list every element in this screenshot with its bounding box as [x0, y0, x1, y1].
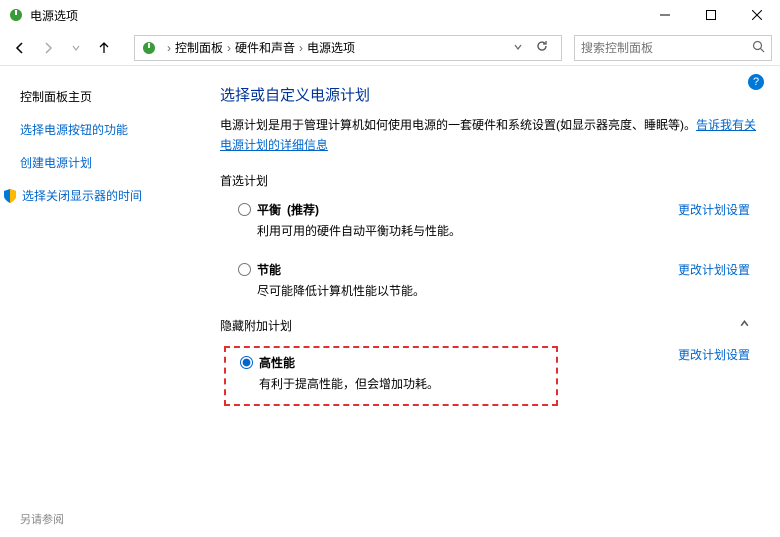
plan-saver-desc: 尽可能降低计算机性能以节能。	[257, 282, 678, 299]
highlight-box: 高性能 有利于提高性能，但会增加功耗。	[224, 346, 558, 406]
breadcrumb-leaf[interactable]: 电源选项	[307, 39, 355, 56]
hidden-plans-label: 隐藏附加计划	[220, 317, 292, 334]
window-controls	[642, 0, 780, 30]
breadcrumb-root[interactable]: 控制面板	[175, 39, 223, 56]
change-plan-saver[interactable]: 更改计划设置	[678, 261, 760, 299]
plan-high-desc: 有利于提高性能，但会增加功耗。	[259, 375, 556, 392]
search-icon[interactable]	[752, 40, 765, 56]
recent-dropdown[interactable]	[64, 36, 88, 60]
plan-high-radio[interactable]	[240, 356, 253, 369]
address-bar[interactable]: › 控制面板 › 硬件和声音 › 电源选项	[134, 35, 562, 61]
change-plan-high[interactable]: 更改计划设置	[678, 346, 760, 406]
window-title: 电源选项	[30, 7, 642, 24]
help-icon[interactable]: ?	[748, 74, 764, 90]
content-body: 控制面板主页 选择电源按钮的功能 创建电源计划 选择关闭显示器的时间 另请参阅 …	[0, 66, 780, 537]
titlebar: 电源选项	[0, 0, 780, 30]
plan-saver: 节能 尽可能降低计算机性能以节能。 更改计划设置	[220, 257, 760, 303]
maximize-button[interactable]	[688, 0, 734, 30]
forward-button[interactable]	[36, 36, 60, 60]
chevron-right-icon[interactable]: ›	[167, 41, 171, 55]
search-input[interactable]	[581, 41, 752, 55]
plan-balanced-desc: 利用可用的硬件自动平衡功耗与性能。	[257, 222, 678, 239]
page-description: 电源计划是用于管理计算机如何使用电源的一套硬件和系统设置(如显示器亮度、睡眠等)…	[220, 115, 760, 156]
back-button[interactable]	[8, 36, 32, 60]
chevron-right-icon[interactable]: ›	[299, 41, 303, 55]
power-options-icon	[141, 40, 157, 56]
plan-balanced-recommended: (推荐)	[287, 201, 319, 218]
chevron-right-icon[interactable]: ›	[227, 41, 231, 55]
see-also-label: 另请参阅	[20, 511, 64, 527]
close-button[interactable]	[734, 0, 780, 30]
sidebar: 控制面板主页 选择电源按钮的功能 创建电源计划 选择关闭显示器的时间 另请参阅	[0, 66, 210, 537]
sidebar-link-button-function[interactable]: 选择电源按钮的功能	[20, 121, 210, 138]
hidden-plans-header[interactable]: 隐藏附加计划	[220, 317, 760, 334]
sidebar-link-create-plan[interactable]: 创建电源计划	[20, 154, 210, 171]
search-box[interactable]	[574, 35, 772, 61]
address-dropdown[interactable]	[507, 41, 529, 55]
description-text: 电源计划是用于管理计算机如何使用电源的一套硬件和系统设置(如显示器亮度、睡眠等)…	[220, 118, 696, 132]
plan-balanced-name[interactable]: 平衡	[257, 201, 281, 218]
change-plan-balanced[interactable]: 更改计划设置	[678, 201, 760, 239]
plan-high-name[interactable]: 高性能	[259, 354, 295, 371]
plan-saver-name[interactable]: 节能	[257, 261, 281, 278]
toolbar: › 控制面板 › 硬件和声音 › 电源选项	[0, 30, 780, 66]
breadcrumb-mid[interactable]: 硬件和声音	[235, 39, 295, 56]
up-button[interactable]	[92, 36, 116, 60]
preferred-plans-label: 首选计划	[220, 172, 268, 189]
page-heading: 选择或自定义电源计划	[220, 84, 760, 105]
shield-icon	[2, 188, 18, 204]
sidebar-link-display-off[interactable]: 选择关闭显示器的时间	[22, 187, 142, 204]
power-options-icon	[8, 7, 24, 23]
main-content: ? 选择或自定义电源计划 电源计划是用于管理计算机如何使用电源的一套硬件和系统设…	[210, 66, 780, 537]
collapse-icon[interactable]	[739, 318, 760, 332]
preferred-plans-header: 首选计划	[220, 172, 760, 189]
plan-balanced-radio[interactable]	[238, 203, 251, 216]
plan-balanced: 平衡 (推荐) 利用可用的硬件自动平衡功耗与性能。 更改计划设置	[220, 197, 760, 243]
sidebar-home-link[interactable]: 控制面板主页	[20, 88, 210, 105]
plan-saver-radio[interactable]	[238, 263, 251, 276]
plan-high-row: 高性能 有利于提高性能，但会增加功耗。 更改计划设置	[220, 342, 760, 410]
minimize-button[interactable]	[642, 0, 688, 30]
refresh-button[interactable]	[529, 39, 555, 56]
